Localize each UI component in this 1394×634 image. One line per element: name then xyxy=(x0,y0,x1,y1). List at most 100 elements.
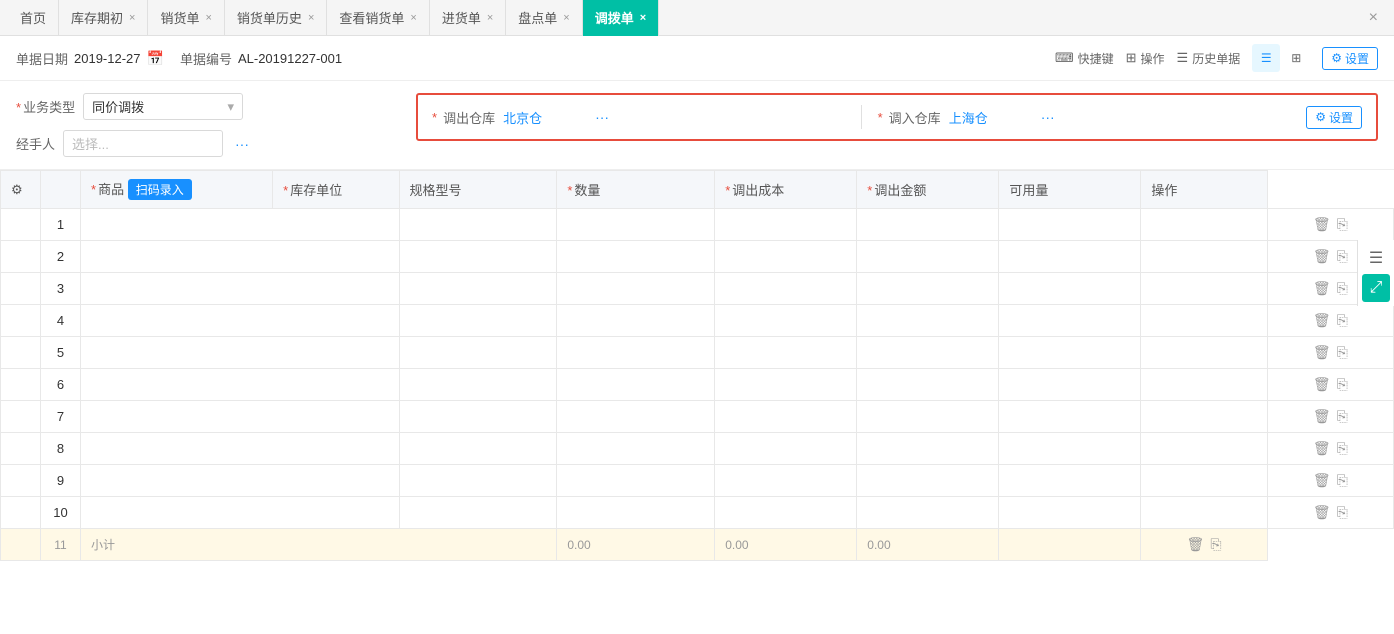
row-spec-cell[interactable] xyxy=(557,497,715,529)
copy-icon[interactable]: ⎘ xyxy=(1210,536,1221,553)
in-warehouse-more-btn[interactable]: ··· xyxy=(1037,109,1059,125)
doc-date-value[interactable]: 2019-12-27 xyxy=(74,51,141,66)
out-warehouse-more-btn[interactable]: ··· xyxy=(591,109,613,125)
row-product-cell[interactable] xyxy=(81,497,400,529)
row-cost-cell[interactable] xyxy=(857,305,999,337)
row-qty-cell[interactable] xyxy=(715,209,857,241)
handler-select[interactable]: 选择... xyxy=(63,130,223,157)
doc-number-value[interactable]: AL-20191227-001 xyxy=(238,51,342,66)
delete-icon[interactable]: 🗑 xyxy=(1313,440,1331,457)
close-tab-inventory-init[interactable]: × xyxy=(129,12,135,24)
calendar-icon[interactable]: 📅 xyxy=(147,50,164,67)
copy-icon[interactable]: ⎘ xyxy=(1337,472,1348,489)
in-warehouse-value[interactable]: 上海仓 xyxy=(949,108,1029,127)
close-tab-sales-order[interactable]: × xyxy=(205,12,211,24)
row-spec-cell[interactable] xyxy=(557,401,715,433)
delete-icon[interactable]: 🗑 xyxy=(1313,376,1331,393)
row-unit-cell[interactable] xyxy=(399,337,557,369)
sidebar-list-icon[interactable]: ☰ xyxy=(1362,244,1390,272)
tab-home[interactable]: 首页 xyxy=(8,0,59,36)
delete-icon[interactable]: 🗑 xyxy=(1187,536,1205,553)
delete-icon[interactable]: 🗑 xyxy=(1313,280,1331,297)
row-cost-cell[interactable] xyxy=(857,401,999,433)
row-product-cell[interactable] xyxy=(81,209,400,241)
close-tab-purchase-order[interactable]: × xyxy=(487,12,493,24)
business-type-select[interactable]: 同价调拨 ▾ xyxy=(83,93,243,120)
row-unit-cell[interactable] xyxy=(399,305,557,337)
settings-button[interactable]: ⚙ 设置 xyxy=(1322,47,1378,70)
tab-stocktake[interactable]: 盘点单 × xyxy=(506,0,582,36)
row-spec-cell[interactable] xyxy=(557,465,715,497)
close-tab-view-sales[interactable]: × xyxy=(410,12,416,24)
scan-button[interactable]: 扫码录入 xyxy=(128,179,192,200)
warehouse-settings-btn[interactable]: ⚙ 设置 xyxy=(1306,106,1362,129)
row-unit-cell[interactable] xyxy=(399,401,557,433)
row-amount-cell[interactable] xyxy=(999,209,1141,241)
row-unit-cell[interactable] xyxy=(399,433,557,465)
delete-icon[interactable]: 🗑 xyxy=(1313,344,1331,361)
row-amount-cell[interactable] xyxy=(999,497,1141,529)
copy-icon[interactable]: ⎘ xyxy=(1337,376,1348,393)
row-cost-cell[interactable] xyxy=(857,369,999,401)
layout-list-btn[interactable]: ☰ xyxy=(1252,44,1280,72)
row-unit-cell[interactable] xyxy=(399,497,557,529)
row-qty-cell[interactable] xyxy=(715,273,857,305)
row-avail-cell[interactable] xyxy=(1141,305,1267,337)
row-avail-cell[interactable] xyxy=(1141,401,1267,433)
copy-icon[interactable]: ⎘ xyxy=(1337,408,1348,425)
tab-transfer[interactable]: 调拨单 × xyxy=(583,0,659,36)
row-amount-cell[interactable] xyxy=(999,465,1141,497)
row-qty-cell[interactable] xyxy=(715,433,857,465)
close-tab-stocktake[interactable]: × xyxy=(563,12,569,24)
handler-more-btn[interactable]: ··· xyxy=(231,136,253,152)
copy-icon[interactable]: ⎘ xyxy=(1337,344,1348,361)
row-avail-cell[interactable] xyxy=(1141,369,1267,401)
row-cost-cell[interactable] xyxy=(857,433,999,465)
copy-icon[interactable]: ⎘ xyxy=(1337,248,1348,265)
row-unit-cell[interactable] xyxy=(399,241,557,273)
row-qty-cell[interactable] xyxy=(715,465,857,497)
row-qty-cell[interactable] xyxy=(715,497,857,529)
row-product-cell[interactable] xyxy=(81,465,400,497)
row-product-cell[interactable] xyxy=(81,369,400,401)
row-unit-cell[interactable] xyxy=(399,465,557,497)
row-cost-cell[interactable] xyxy=(857,337,999,369)
tab-sales-order[interactable]: 销货单 × xyxy=(148,0,224,36)
close-tab-sales-history[interactable]: × xyxy=(308,12,314,24)
delete-icon[interactable]: 🗑 xyxy=(1313,504,1331,521)
row-cost-cell[interactable] xyxy=(857,241,999,273)
copy-icon[interactable]: ⎘ xyxy=(1337,216,1348,233)
delete-icon[interactable]: 🗑 xyxy=(1313,216,1331,233)
row-qty-cell[interactable] xyxy=(715,369,857,401)
layout-grid-btn[interactable]: ⊞ xyxy=(1282,44,1310,72)
delete-icon[interactable]: 🗑 xyxy=(1313,248,1331,265)
row-unit-cell[interactable] xyxy=(399,369,557,401)
row-product-cell[interactable] xyxy=(81,401,400,433)
row-unit-cell[interactable] xyxy=(399,209,557,241)
row-cost-cell[interactable] xyxy=(857,209,999,241)
copy-icon[interactable]: ⎘ xyxy=(1337,280,1348,297)
delete-icon[interactable]: 🗑 xyxy=(1313,408,1331,425)
row-cost-cell[interactable] xyxy=(857,273,999,305)
sidebar-expand-icon[interactable]: ⤢ xyxy=(1362,274,1390,302)
row-cost-cell[interactable] xyxy=(857,465,999,497)
row-avail-cell[interactable] xyxy=(1141,273,1267,305)
row-avail-cell[interactable] xyxy=(1141,497,1267,529)
row-avail-cell[interactable] xyxy=(1141,209,1267,241)
row-spec-cell[interactable] xyxy=(557,369,715,401)
close-tab-transfer[interactable]: × xyxy=(640,12,646,24)
row-avail-cell[interactable] xyxy=(1141,241,1267,273)
row-avail-cell[interactable] xyxy=(1141,337,1267,369)
row-qty-cell[interactable] xyxy=(715,401,857,433)
row-amount-cell[interactable] xyxy=(999,401,1141,433)
out-warehouse-value[interactable]: 北京仓 xyxy=(503,108,583,127)
delete-icon[interactable]: 🗑 xyxy=(1313,312,1331,329)
row-spec-cell[interactable] xyxy=(557,337,715,369)
copy-icon[interactable]: ⎘ xyxy=(1337,504,1348,521)
col-settings-header[interactable]: ⚙ xyxy=(1,171,41,209)
row-product-cell[interactable] xyxy=(81,273,400,305)
row-unit-cell[interactable] xyxy=(399,273,557,305)
row-product-cell[interactable] xyxy=(81,433,400,465)
row-spec-cell[interactable] xyxy=(557,209,715,241)
row-amount-cell[interactable] xyxy=(999,305,1141,337)
